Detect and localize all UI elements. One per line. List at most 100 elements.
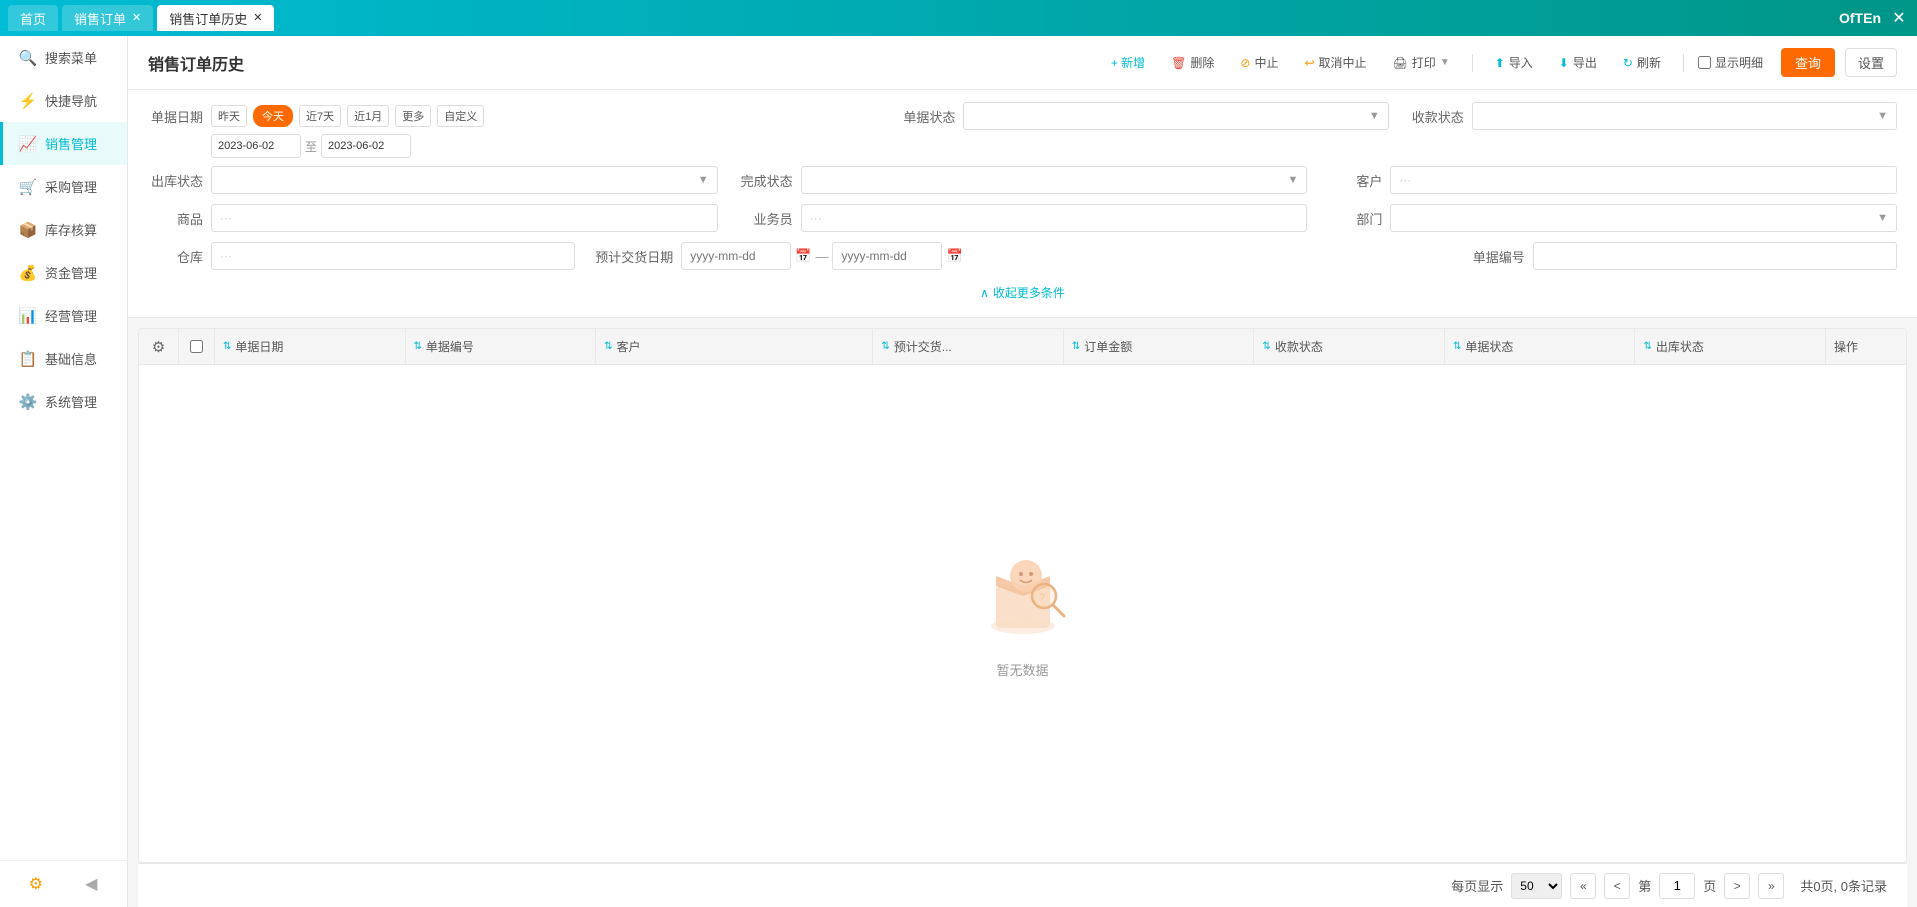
display-detail-input[interactable] (1698, 56, 1711, 69)
tab-sales-order-close[interactable]: ✕ (132, 13, 141, 24)
th-receipt-status[interactable]: ⇅ 收款状态 (1254, 329, 1445, 364)
product-select[interactable]: ··· (211, 204, 718, 232)
toolbar: + 新增 🗑 删除 ⊘ 中止 ↩ 取消中止 🖨 打 (1103, 48, 1897, 77)
query-button[interactable]: 查询 (1781, 48, 1835, 77)
sort-icon-customer: ⇅ (604, 341, 612, 352)
sort-icon-est-delivery: ⇅ (881, 341, 889, 352)
tab-sales-order[interactable]: 销售订单 ✕ (62, 5, 153, 31)
doc-no-label: 单据编号 (1470, 247, 1525, 266)
sidebar-settings-button[interactable]: ⚙ (21, 869, 51, 899)
filter-product: 商品 ··· (148, 204, 718, 232)
sidebar-item-basic-info[interactable]: 📋 基础信息 (0, 337, 127, 380)
complete-status-select[interactable]: ▼ (801, 166, 1308, 194)
table-settings-icon[interactable]: ⚙ (139, 329, 179, 364)
delete-button[interactable]: 🗑 删除 (1163, 50, 1222, 75)
next-page-button[interactable]: > (1724, 873, 1750, 899)
import-button[interactable]: ⬆ 导入 (1487, 50, 1541, 75)
sidebar-item-capital-mgmt[interactable]: 💰 资金管理 (0, 251, 127, 294)
purchase-mgmt-icon: 🛒 (19, 178, 37, 196)
date-btn-custom[interactable]: 自定义 (437, 105, 484, 127)
filter-receipt-status: 收款状态 ▼ (1409, 102, 1897, 130)
main-layout: 🔍 搜索菜单 ⚡ 快捷导航 📈 销售管理 🛒 采购管理 📦 库存核算 💰 资金管… (0, 36, 1917, 907)
topbar: 首页 销售订单 ✕ 销售订单历史 ✕ OfTEn ✕ (0, 0, 1917, 36)
sidebar-item-purchase-mgmt-label: 采购管理 (45, 177, 97, 196)
tab-home[interactable]: 首页 (8, 5, 58, 31)
sidebar-item-sys-mgmt[interactable]: ⚙️ 系统管理 (0, 380, 127, 423)
th-doc-date[interactable]: ⇅ 单据日期 (215, 329, 406, 364)
date-range-row: 昨天 今天 近7天 近1月 更多 自定义 (211, 105, 880, 127)
th-doc-no[interactable]: ⇅ 单据编号 (406, 329, 597, 364)
last-page-button[interactable]: » (1758, 873, 1784, 899)
toolbar-divider-1 (1472, 54, 1473, 72)
th-outbound-status[interactable]: ⇅ 出库状态 (1635, 329, 1826, 364)
prev-page-button[interactable]: < (1604, 873, 1630, 899)
sidebar-item-search-menu[interactable]: 🔍 搜索菜单 (0, 36, 127, 79)
select-all-input[interactable] (190, 340, 203, 353)
receipt-status-select[interactable]: ▼ (1472, 102, 1897, 130)
export-button[interactable]: ⬇ 导出 (1551, 50, 1605, 75)
date-btn-1month[interactable]: 近1月 (347, 105, 389, 127)
date-btn-yesterday[interactable]: 昨天 (211, 105, 247, 127)
outbound-status-select[interactable]: ▼ (211, 166, 718, 194)
quick-nav-icon: ⚡ (19, 92, 37, 110)
est-delivery-separator: — (815, 249, 828, 264)
tab-home-label: 首页 (20, 9, 46, 28)
cal-to-icon[interactable]: 📅 (946, 248, 962, 264)
cancel-stop-button[interactable]: ↩ 取消中止 (1296, 50, 1374, 75)
sidebar-collapse-button[interactable]: ◀ (76, 869, 106, 899)
salesperson-select[interactable]: ··· (801, 204, 1308, 232)
display-detail-checkbox[interactable]: 显示明细 (1698, 54, 1763, 71)
tab-sales-order-history[interactable]: 销售订单历史 ✕ (157, 5, 274, 31)
sidebar-item-sales-mgmt[interactable]: 📈 销售管理 (0, 122, 127, 165)
warehouse-select[interactable]: ··· (211, 242, 575, 270)
th-est-delivery[interactable]: ⇅ 预计交货... (873, 329, 1064, 364)
print-button[interactable]: 🖨 打印 ▼ (1385, 50, 1458, 75)
date-btn-7days[interactable]: 近7天 (299, 105, 341, 127)
filter-warehouse: 仓库 ··· (148, 242, 575, 270)
sort-icon-outbound-status: ⇅ (1643, 341, 1651, 352)
tab-sales-order-label: 销售订单 (74, 9, 126, 28)
refresh-button[interactable]: ↻ 刷新 (1615, 50, 1669, 75)
complete-status-label: 完成状态 (738, 171, 793, 190)
th-doc-status[interactable]: ⇅ 单据状态 (1445, 329, 1636, 364)
tab-sales-order-history-close[interactable]: ✕ (253, 13, 262, 24)
sort-icon: ⇅ (223, 341, 231, 352)
date-to-input[interactable] (321, 134, 411, 158)
doc-status-label: 单据状态 (900, 107, 955, 126)
date-btn-more[interactable]: 更多 (395, 105, 431, 127)
date-btn-today[interactable]: 今天 (253, 105, 293, 127)
warehouse-label: 仓库 (148, 247, 203, 266)
sidebar-item-quick-nav[interactable]: ⚡ 快捷导航 (0, 79, 127, 122)
est-delivery-from-input[interactable] (681, 242, 791, 270)
more-conditions-toggle[interactable]: ∧ 收起更多条件 (148, 280, 1897, 305)
print-icon: 🖨 (1393, 56, 1408, 70)
est-delivery-to-input[interactable] (832, 242, 942, 270)
outbound-status-label: 出库状态 (148, 171, 203, 190)
salesperson-label: 业务员 (738, 209, 793, 228)
dept-select[interactable]: ▼ (1390, 204, 1897, 232)
current-page-input[interactable] (1659, 873, 1695, 899)
sidebar-item-ops-mgmt[interactable]: 📊 经营管理 (0, 294, 127, 337)
customer-select[interactable]: ··· (1390, 166, 1897, 194)
table-select-all-checkbox[interactable] (179, 329, 215, 364)
topbar-close-button[interactable]: ✕ (1889, 8, 1909, 28)
outbound-status-chevron: ▼ (698, 174, 709, 186)
date-from-input[interactable] (211, 134, 301, 158)
stop-button[interactable]: ⊘ 中止 (1232, 50, 1286, 75)
th-customer[interactable]: ⇅ 客户 (596, 329, 873, 364)
basic-info-icon: 📋 (19, 350, 37, 368)
page-size-select[interactable]: 10 20 50 100 (1511, 873, 1562, 899)
first-page-button[interactable]: « (1570, 873, 1596, 899)
th-order-amount[interactable]: ⇅ 订单金额 (1064, 329, 1255, 364)
new-button[interactable]: + 新增 (1103, 50, 1153, 75)
receipt-status-label: 收款状态 (1409, 107, 1464, 126)
doc-no-input[interactable] (1533, 242, 1897, 270)
settings-button[interactable]: 设置 (1845, 48, 1897, 77)
doc-status-select[interactable]: ▼ (963, 102, 1388, 130)
cal-from-icon[interactable]: 📅 (795, 248, 811, 264)
sidebar-item-inventory-check[interactable]: 📦 库存核算 (0, 208, 127, 251)
sidebar-item-ops-mgmt-label: 经营管理 (45, 306, 97, 325)
filter-row-2: 出库状态 ▼ 完成状态 ▼ 客户 ··· (148, 166, 1897, 194)
sidebar-item-purchase-mgmt[interactable]: 🛒 采购管理 (0, 165, 127, 208)
sort-icon-order-amount: ⇅ (1072, 341, 1080, 352)
